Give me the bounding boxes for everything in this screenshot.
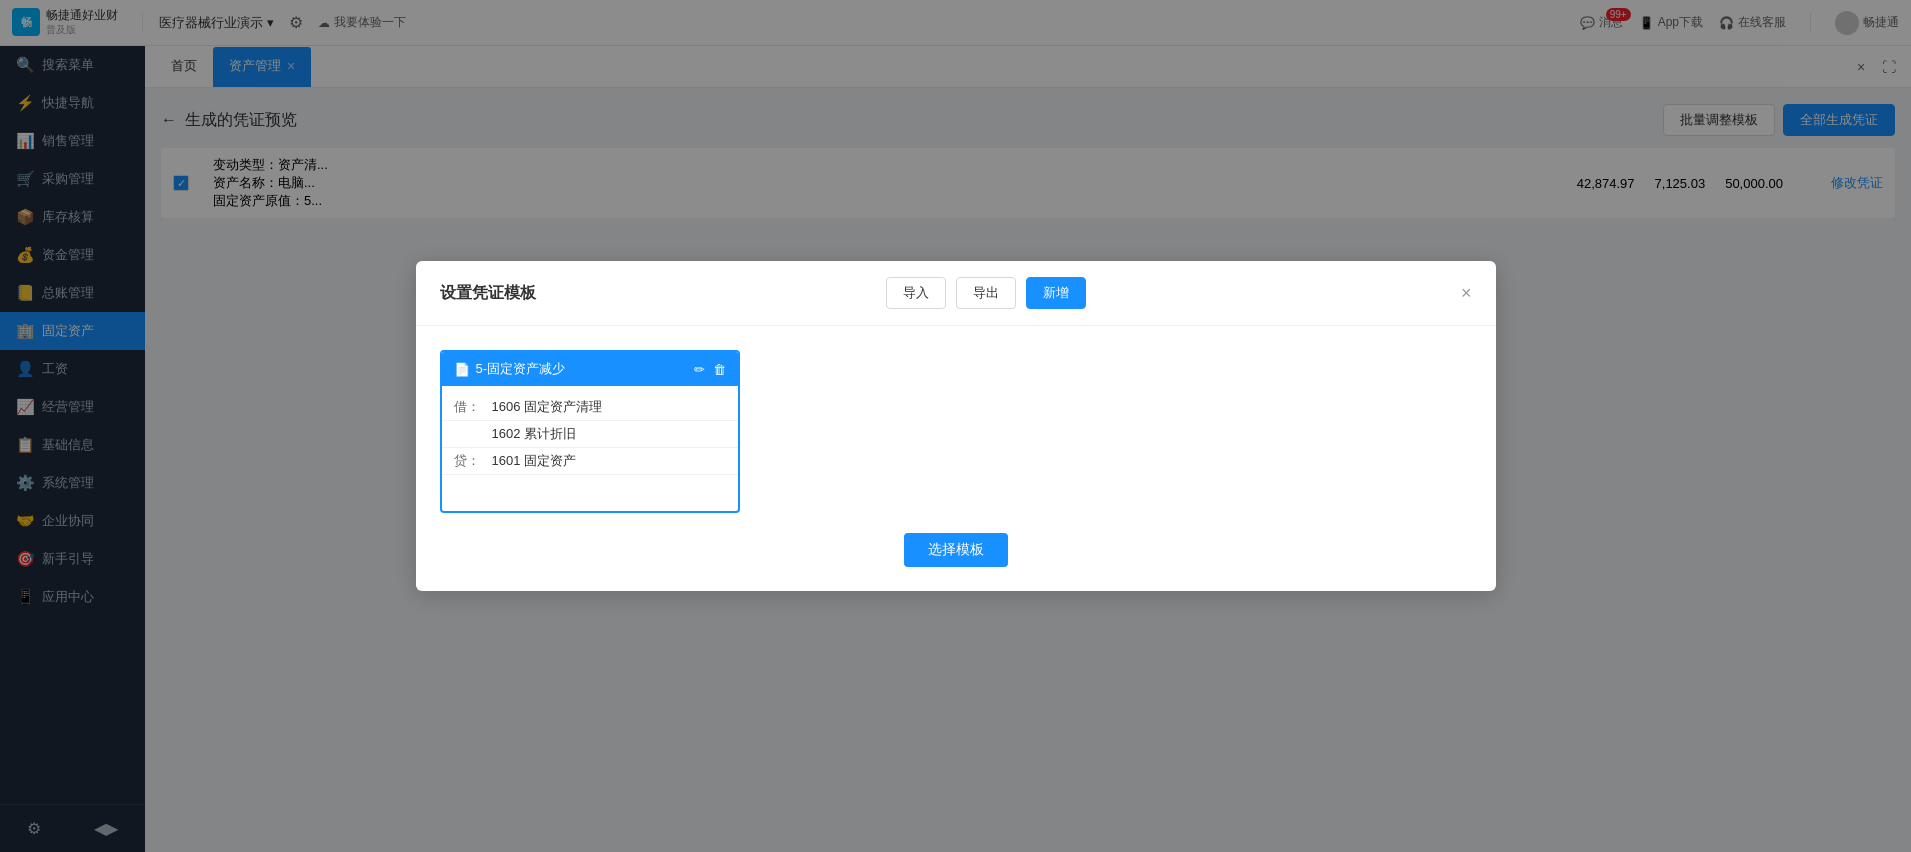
- template-file-icon: 📄: [454, 362, 470, 377]
- dialog-header: 设置凭证模板 导入 导出 新增 ×: [416, 261, 1496, 326]
- template-delete-icon[interactable]: 🗑: [713, 362, 726, 377]
- dialog-header-actions: 导入 导出 新增: [886, 277, 1086, 309]
- dialog-body: 📄 5-固定资产减少 ✏ 🗑 借： 1606 固定资产清理: [416, 326, 1496, 591]
- select-template-btn[interactable]: 选择模板: [904, 533, 1008, 567]
- template-row-1-account: 1602 累计折旧: [492, 425, 577, 443]
- dialog-close-btn[interactable]: ×: [1461, 283, 1472, 304]
- template-edit-icon[interactable]: ✏: [694, 362, 705, 377]
- import-btn[interactable]: 导入: [886, 277, 946, 309]
- template-row-2: 贷： 1601 固定资产: [442, 448, 738, 475]
- dialog: 设置凭证模板 导入 导出 新增 × 📄 5-固定资产减少 ✏ 🗑: [416, 261, 1496, 591]
- export-btn[interactable]: 导出: [956, 277, 1016, 309]
- dialog-title: 设置凭证模板: [440, 283, 536, 304]
- template-row-0: 借： 1606 固定资产清理: [442, 394, 738, 421]
- template-row-1: 1602 累计折旧: [442, 421, 738, 448]
- template-card-header: 📄 5-固定资产减少 ✏ 🗑: [442, 352, 738, 386]
- template-name: 5-固定资产减少: [476, 360, 566, 378]
- template-row-empty: [442, 475, 738, 503]
- template-row-2-account: 1601 固定资产: [492, 452, 577, 470]
- dialog-overlay: 设置凭证模板 导入 导出 新增 × 📄 5-固定资产减少 ✏ 🗑: [0, 0, 1911, 852]
- template-row-0-account: 1606 固定资产清理: [492, 398, 603, 416]
- template-card-body: 借： 1606 固定资产清理 1602 累计折旧 贷：: [442, 386, 738, 511]
- template-row-2-side: 贷：: [454, 452, 484, 470]
- template-card-header-actions: ✏ 🗑: [694, 362, 726, 377]
- template-card: 📄 5-固定资产减少 ✏ 🗑 借： 1606 固定资产清理: [440, 350, 740, 513]
- new-template-btn[interactable]: 新增: [1026, 277, 1086, 309]
- template-row-0-side: 借：: [454, 398, 484, 416]
- template-card-header-left: 📄 5-固定资产减少: [454, 360, 566, 378]
